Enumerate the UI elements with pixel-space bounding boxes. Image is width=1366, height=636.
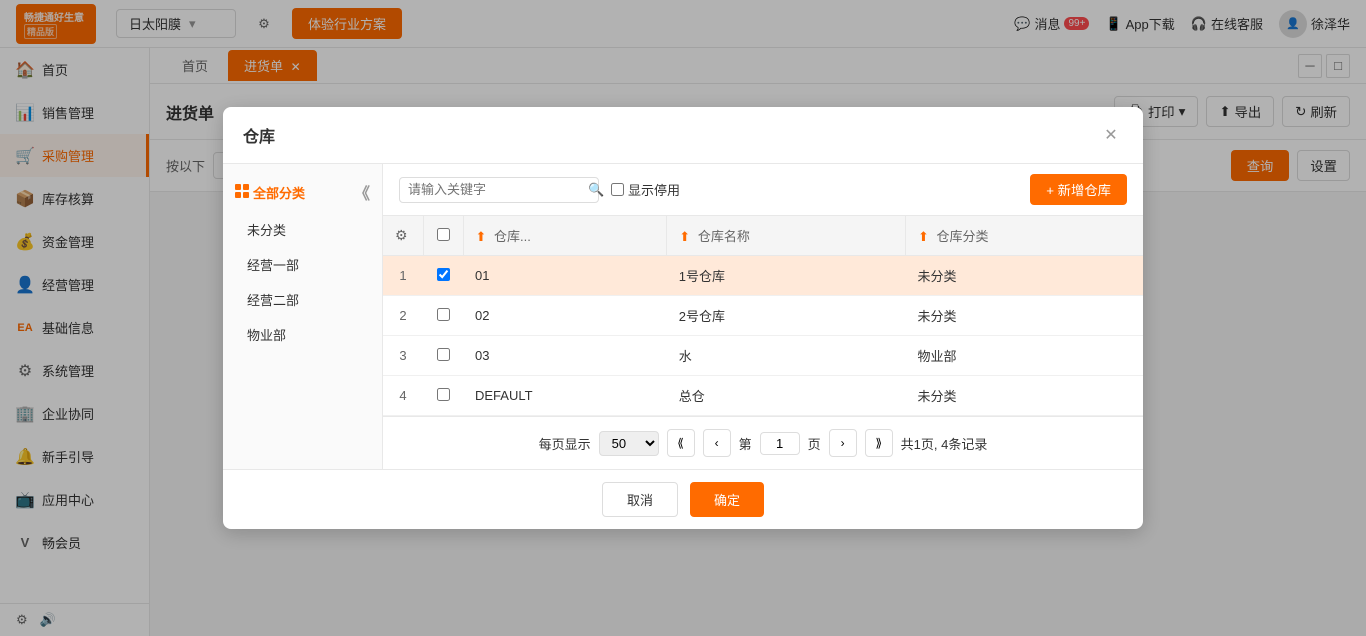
page-number-input[interactable] [760, 432, 800, 455]
row-code-1: 01 [463, 256, 667, 296]
row-name-1: 1号仓库 [667, 256, 906, 296]
modal-title: 仓库 [243, 123, 275, 147]
all-categories-label: 全部分类 [253, 183, 305, 202]
row-name-4: 总仓 [667, 376, 906, 416]
modal-header: 仓库 ✕ [223, 107, 1143, 164]
confirm-button[interactable]: 确定 [690, 482, 764, 517]
row-code-4: DEFAULT [463, 376, 667, 416]
modal-main-content: 🔍 显示停用 + 新增仓库 ⚙ [383, 164, 1143, 469]
row-category-4: 未分类 [906, 376, 1144, 416]
th-category: ⬆ 仓库分类 [906, 216, 1144, 256]
sort-category-icon: ⬆ [918, 229, 929, 244]
select-all-checkbox[interactable] [437, 228, 450, 241]
modal-body: 全部分类 《 未分类 经营一部 经营二部 物业部 [223, 164, 1143, 469]
row-num-2: 2 [383, 296, 423, 336]
page-unit: 页 [808, 434, 821, 453]
category-operations-2[interactable]: 经营二部 [223, 282, 382, 317]
category-unclassified[interactable]: 未分类 [223, 212, 382, 247]
column-settings-icon: ⚙ [395, 227, 408, 243]
show-disabled-toggle[interactable]: 显示停用 [611, 180, 680, 199]
row-name-3: 水 [667, 336, 906, 376]
prev-page-button[interactable]: ‹ [703, 429, 731, 457]
row-category-3: 物业部 [906, 336, 1144, 376]
grid-icon [235, 184, 249, 201]
search-box: 🔍 [399, 177, 599, 203]
last-page-button[interactable]: ⟫ [865, 429, 893, 457]
row-category-2: 未分类 [906, 296, 1144, 336]
modal-close-button[interactable]: ✕ [1099, 123, 1123, 147]
sort-name-icon: ⬆ [679, 229, 690, 244]
category-property[interactable]: 物业部 [223, 317, 382, 352]
sort-icon: ⬆ [476, 229, 487, 244]
search-icon: 🔍 [588, 182, 604, 198]
table-row[interactable]: 2 02 2号仓库 未分类 [383, 296, 1143, 336]
warehouse-table: ⚙ ⬆ 仓库... ⬆ [383, 216, 1143, 416]
total-info: 共1页, 4条记录 [901, 434, 988, 453]
table-header-row: ⚙ ⬆ 仓库... ⬆ [383, 216, 1143, 256]
row-checkbox-2[interactable] [423, 296, 463, 336]
collapse-icon[interactable]: 《 [354, 180, 370, 204]
th-checkbox [423, 216, 463, 256]
row-category-1: 未分类 [906, 256, 1144, 296]
th-name: ⬆ 仓库名称 [667, 216, 906, 256]
page-label: 第 [739, 434, 752, 453]
show-disabled-checkbox[interactable] [611, 183, 624, 196]
modal-toolbar: 🔍 显示停用 + 新增仓库 [383, 164, 1143, 216]
page-size-label: 每页显示 [539, 434, 591, 453]
row-code-3: 03 [463, 336, 667, 376]
modal-overlay: 仓库 ✕ 全部分类 《 [0, 0, 1366, 636]
row-code-2: 02 [463, 296, 667, 336]
table-body: 1 01 1号仓库 未分类 2 02 2号仓库 [383, 256, 1143, 416]
first-page-button[interactable]: ⟪ [667, 429, 695, 457]
th-settings[interactable]: ⚙ [383, 216, 423, 256]
warehouse-modal: 仓库 ✕ 全部分类 《 [223, 107, 1143, 529]
row-num-1: 1 [383, 256, 423, 296]
category-operations-1[interactable]: 经营一部 [223, 247, 382, 282]
row-checkbox-4[interactable] [423, 376, 463, 416]
row-num-3: 3 [383, 336, 423, 376]
modal-category-header[interactable]: 全部分类 《 [223, 172, 382, 212]
table-row[interactable]: 1 01 1号仓库 未分类 [383, 256, 1143, 296]
modal-category-sidebar: 全部分类 《 未分类 经营一部 经营二部 物业部 [223, 164, 383, 469]
row-name-2: 2号仓库 [667, 296, 906, 336]
search-input[interactable] [408, 182, 584, 197]
table-row[interactable]: 3 03 水 物业部 [383, 336, 1143, 376]
table-row[interactable]: 4 DEFAULT 总仓 未分类 [383, 376, 1143, 416]
row-checkbox-3[interactable] [423, 336, 463, 376]
row-checkbox-1[interactable] [423, 256, 463, 296]
page-size-select[interactable]: 50 10 20 100 [599, 431, 659, 456]
th-code: ⬆ 仓库... [463, 216, 667, 256]
modal-pagination: 每页显示 50 10 20 100 ⟪ ‹ 第 页 › ⟫ 共1页, 4条记录 [383, 416, 1143, 469]
row-num-4: 4 [383, 376, 423, 416]
next-page-button[interactable]: › [829, 429, 857, 457]
add-warehouse-button[interactable]: + 新增仓库 [1030, 174, 1127, 205]
modal-footer: 取消 确定 [223, 469, 1143, 529]
cancel-button[interactable]: 取消 [602, 482, 678, 517]
warehouse-data-table: ⚙ ⬆ 仓库... ⬆ [383, 216, 1143, 416]
